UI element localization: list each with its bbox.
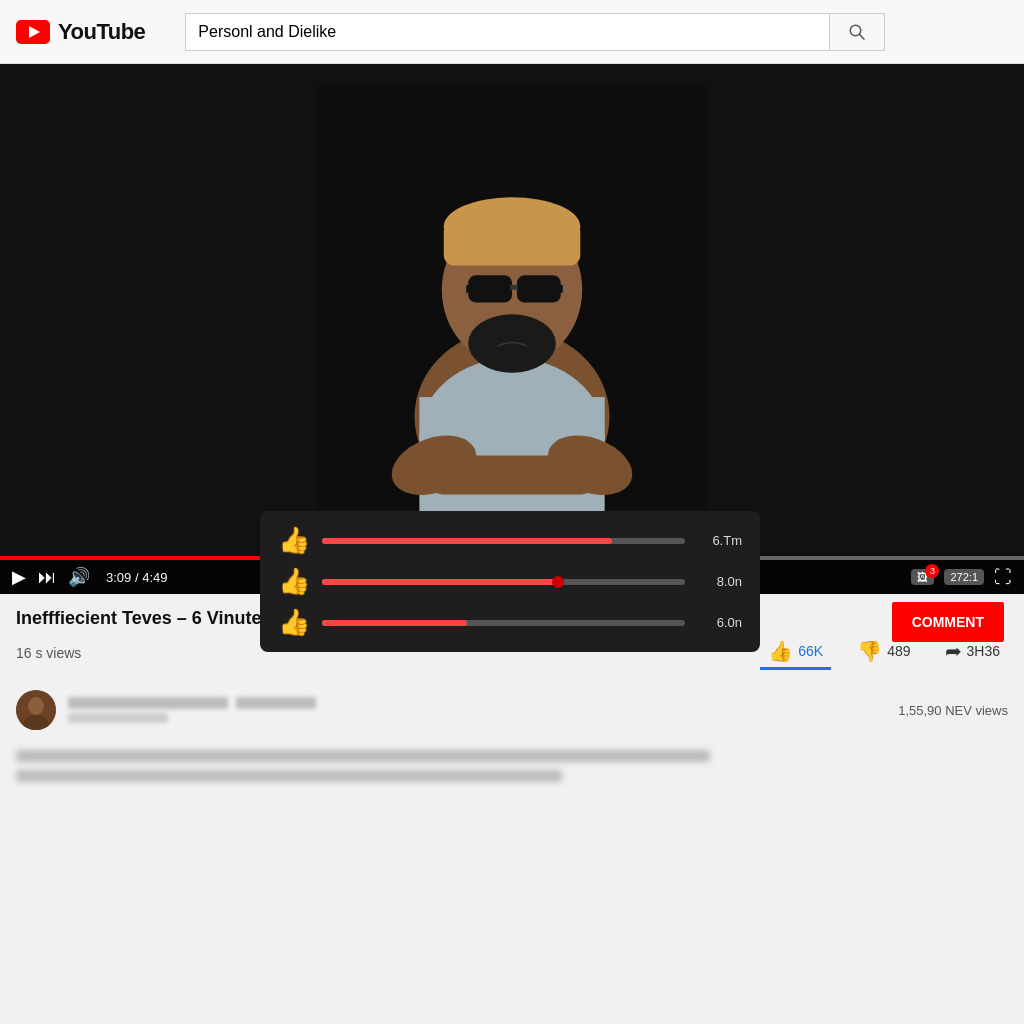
blurred-rows	[0, 740, 1024, 792]
svg-point-21	[491, 345, 534, 368]
skip-button[interactable]: ⏭	[38, 567, 56, 588]
channel-name-blurred	[68, 697, 228, 709]
svg-rect-18	[466, 285, 474, 293]
dislike-count: 489	[887, 643, 910, 659]
time-display: 3:09 / 4:49	[106, 570, 167, 585]
main-content: 👍 6.Tm 👍 8.0n 👍 6.0n COMMENT	[0, 740, 1024, 792]
popup-panel: 👍 6.Tm 👍 8.0n 👍 6.0n	[260, 511, 760, 652]
like-button[interactable]: 👍 66K	[760, 635, 831, 670]
sub-views: 1,55,90 NEV views	[898, 703, 1008, 718]
slider-track-1[interactable]	[322, 538, 685, 544]
slider-fill-1	[322, 538, 612, 544]
share-label: 3H36	[967, 643, 1000, 659]
blurred-row-2	[16, 770, 562, 782]
dislike-icon: 👎	[857, 639, 882, 663]
channel-avatar[interactable]	[16, 690, 56, 730]
notification-count: 3	[925, 564, 939, 578]
channel-row: 1,55,90 NEV views	[0, 680, 1024, 740]
logo-area: YouTube	[16, 19, 145, 45]
youtube-logo-icon	[16, 20, 50, 44]
share-icon: ➦	[945, 639, 962, 663]
svg-line-3	[860, 34, 865, 39]
slider-track-2[interactable]	[322, 579, 685, 585]
volume-button[interactable]: 🔊	[68, 566, 90, 588]
fullscreen-button[interactable]: ⛶	[994, 567, 1012, 588]
blurred-row-1	[16, 750, 710, 762]
svg-point-2	[851, 25, 862, 36]
thumb-icon-1: 👍	[278, 525, 310, 556]
svg-rect-14	[444, 222, 581, 266]
channel-name-row	[68, 697, 886, 709]
slider-thumb-2	[552, 576, 564, 588]
slider-fill-2	[322, 579, 558, 585]
play-button[interactable]: ▶	[12, 566, 26, 588]
thumb-icon-3: 👍	[278, 607, 310, 638]
slider-label-3: 6.0n	[697, 615, 742, 630]
svg-rect-10	[424, 456, 600, 495]
like-icon: 👍	[768, 639, 793, 663]
svg-rect-17	[510, 285, 518, 290]
channel-name-blurred-2	[236, 697, 316, 709]
channel-info	[68, 697, 886, 723]
search-input[interactable]	[185, 13, 829, 51]
popup-row-2: 👍 8.0n	[278, 566, 742, 597]
popup-row-3: 👍 6.0n	[278, 607, 742, 638]
slider-fill-3	[322, 620, 467, 626]
slider-track-3[interactable]	[322, 620, 685, 626]
channel-sub-blurred	[68, 713, 168, 723]
notification-badge[interactable]: 🖼 3	[911, 569, 934, 585]
controls-right: 🖼 3 272:1 ⛶	[911, 567, 1012, 588]
search-bar	[185, 13, 885, 51]
character-illustration	[317, 85, 707, 573]
slider-label-1: 6.Tm	[697, 533, 742, 548]
popup-row-1: 👍 6.Tm	[278, 525, 742, 556]
logo-text: YouTube	[58, 19, 145, 45]
stats-badge[interactable]: 272:1	[944, 569, 984, 585]
svg-rect-16	[517, 275, 561, 302]
svg-rect-15	[468, 275, 512, 302]
avatar-image	[16, 690, 56, 730]
thumb-icon-2: 👍	[278, 566, 310, 597]
search-icon	[848, 23, 866, 41]
comment-button[interactable]: COMMENT	[892, 602, 1004, 642]
header: YouTube	[0, 0, 1024, 64]
svg-rect-19	[555, 285, 563, 293]
search-button[interactable]	[829, 13, 885, 51]
slider-label-2: 8.0n	[697, 574, 742, 589]
svg-point-23	[28, 697, 44, 715]
like-count: 66K	[798, 643, 823, 659]
